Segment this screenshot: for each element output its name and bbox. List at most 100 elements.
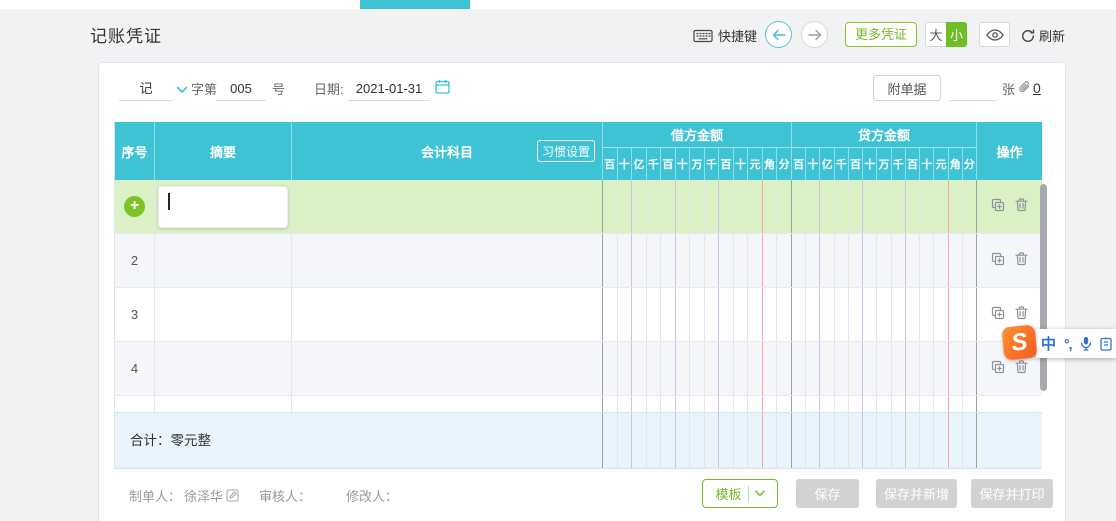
table-row[interactable]: + xyxy=(115,180,1042,234)
ime-mode-indicator[interactable]: 中 xyxy=(1041,333,1056,354)
summary-cell[interactable] xyxy=(155,234,292,287)
ime-punctuation-icon[interactable]: °, xyxy=(1064,336,1072,352)
debit-amount-cell[interactable] xyxy=(603,288,792,341)
save-button[interactable]: 保存 xyxy=(796,479,859,508)
amount-digit-cell xyxy=(748,180,763,233)
amount-digit-cell xyxy=(748,288,763,341)
date-input[interactable]: 2021-01-31 xyxy=(348,77,430,101)
summary-input[interactable] xyxy=(158,186,288,228)
amount-digit-cell xyxy=(877,396,892,412)
active-tab-indicator[interactable] xyxy=(360,0,470,9)
credit-amount-cell[interactable] xyxy=(792,180,977,233)
account-cell[interactable] xyxy=(292,234,603,287)
paperclip-icon[interactable] xyxy=(1018,80,1031,95)
amount-digit-cell xyxy=(934,288,949,341)
delete-row-button[interactable] xyxy=(1015,306,1028,323)
copy-row-button[interactable] xyxy=(991,360,1005,377)
voucher-word-input[interactable]: 记 xyxy=(119,77,173,101)
copy-row-button[interactable] xyxy=(991,198,1005,215)
amount-digit-cell xyxy=(920,396,935,412)
habit-settings-button[interactable]: 习惯设置 xyxy=(537,140,595,162)
amount-digit-cell xyxy=(705,413,720,468)
amount-digit-cell xyxy=(763,396,778,412)
nav-back-button[interactable] xyxy=(765,21,792,48)
account-cell[interactable] xyxy=(292,396,603,412)
add-row-button[interactable]: + xyxy=(124,196,145,217)
calendar-icon[interactable] xyxy=(435,79,450,94)
save-and-print-button[interactable]: 保存并打印 xyxy=(971,479,1053,508)
amount-digit-cell xyxy=(719,413,734,468)
copy-row-button[interactable] xyxy=(991,252,1005,269)
chevron-down-icon[interactable] xyxy=(176,86,188,94)
row-ops-cell xyxy=(977,396,1042,412)
scrollbar[interactable] xyxy=(1040,184,1047,391)
credit-amount-cell[interactable] xyxy=(792,288,977,341)
attach-count-input[interactable] xyxy=(949,77,997,101)
row-number: 3 xyxy=(130,307,139,322)
digit-col-label: 分 xyxy=(963,159,975,171)
amount-digit-cell xyxy=(892,342,906,395)
amount-digit-cell xyxy=(820,413,835,468)
amount-digit-cell xyxy=(647,288,662,341)
col-header-summary: 摘要 xyxy=(155,122,292,180)
summary-cell[interactable] xyxy=(155,180,292,233)
trash-icon xyxy=(1015,252,1028,269)
save-and-new-button[interactable]: 保存并新增 xyxy=(876,479,957,508)
account-cell[interactable] xyxy=(292,180,603,233)
ime-mic-icon[interactable] xyxy=(1080,336,1092,351)
credit-amount-cell[interactable] xyxy=(792,234,977,287)
digit-col-label: 万 xyxy=(690,148,705,180)
delete-row-button[interactable] xyxy=(1015,360,1028,377)
size-small-option[interactable]: 小 xyxy=(946,22,967,47)
amount-digit-cell xyxy=(849,180,864,233)
digit-col-label: 亿 xyxy=(632,148,647,180)
delete-row-button[interactable] xyxy=(1015,198,1028,215)
ime-toolbar: 中 °, xyxy=(1036,329,1116,358)
copy-row-button[interactable] xyxy=(991,306,1005,323)
amount-digit-cell xyxy=(877,342,892,395)
nav-forward-button[interactable] xyxy=(801,21,828,48)
amount-digit-cell xyxy=(906,180,921,233)
template-chevron-icon[interactable] xyxy=(754,490,765,497)
amount-digit-cell xyxy=(863,413,878,468)
summary-cell[interactable] xyxy=(155,288,292,341)
size-large-option[interactable]: 大 xyxy=(925,22,946,47)
debit-amount-cell[interactable] xyxy=(603,342,792,395)
amount-digit-cell xyxy=(892,234,906,287)
debit-amount-cell[interactable] xyxy=(603,396,792,412)
digit-col-label: 十 xyxy=(920,148,935,180)
delete-row-button[interactable] xyxy=(1015,252,1028,269)
amount-digit-cell xyxy=(963,234,976,287)
summary-cell[interactable] xyxy=(155,342,292,395)
sogou-logo[interactable]: S xyxy=(1001,324,1038,361)
account-cell[interactable] xyxy=(292,288,603,341)
creator-label: 制单人： xyxy=(129,489,182,504)
shortcut-keys-button[interactable]: 快捷键 xyxy=(693,26,757,45)
amount-digit-cell xyxy=(777,180,791,233)
amount-digit-cell xyxy=(934,413,949,468)
amount-digit-cell xyxy=(849,413,864,468)
table-row[interactable] xyxy=(115,396,1042,413)
table-header: 序号 摘要 会计科目 习惯设置 借方金额 百十亿千百十万千百十元角分 贷方金额 … xyxy=(115,122,1042,180)
amount-digit-cell xyxy=(618,288,633,341)
credit-amount-cell[interactable] xyxy=(792,342,977,395)
font-size-toggle[interactable]: 大 小 xyxy=(925,22,967,47)
amount-digit-cell xyxy=(632,413,647,468)
table-row[interactable]: 2 xyxy=(115,234,1042,288)
refresh-button[interactable]: 刷新 xyxy=(1021,26,1065,45)
visibility-button[interactable] xyxy=(979,22,1010,47)
summary-cell[interactable] xyxy=(155,396,292,412)
ime-clipboard-icon[interactable] xyxy=(1099,336,1112,351)
credit-amount-cell[interactable] xyxy=(792,396,977,412)
account-cell[interactable] xyxy=(292,342,603,395)
table-row[interactable]: 4 xyxy=(115,342,1042,396)
debit-amount-cell[interactable] xyxy=(603,180,792,233)
template-button[interactable]: 模板 xyxy=(702,479,778,508)
more-vouchers-button[interactable]: 更多凭证 xyxy=(845,22,918,47)
attachment-count-link[interactable]: 0 xyxy=(1033,80,1041,96)
voucher-number-input[interactable]: 005 xyxy=(216,77,266,101)
table-row[interactable]: 3 xyxy=(115,288,1042,342)
attach-doc-button[interactable]: 附单据 xyxy=(873,75,941,101)
edit-icon[interactable] xyxy=(226,489,239,502)
debit-amount-cell[interactable] xyxy=(603,234,792,287)
